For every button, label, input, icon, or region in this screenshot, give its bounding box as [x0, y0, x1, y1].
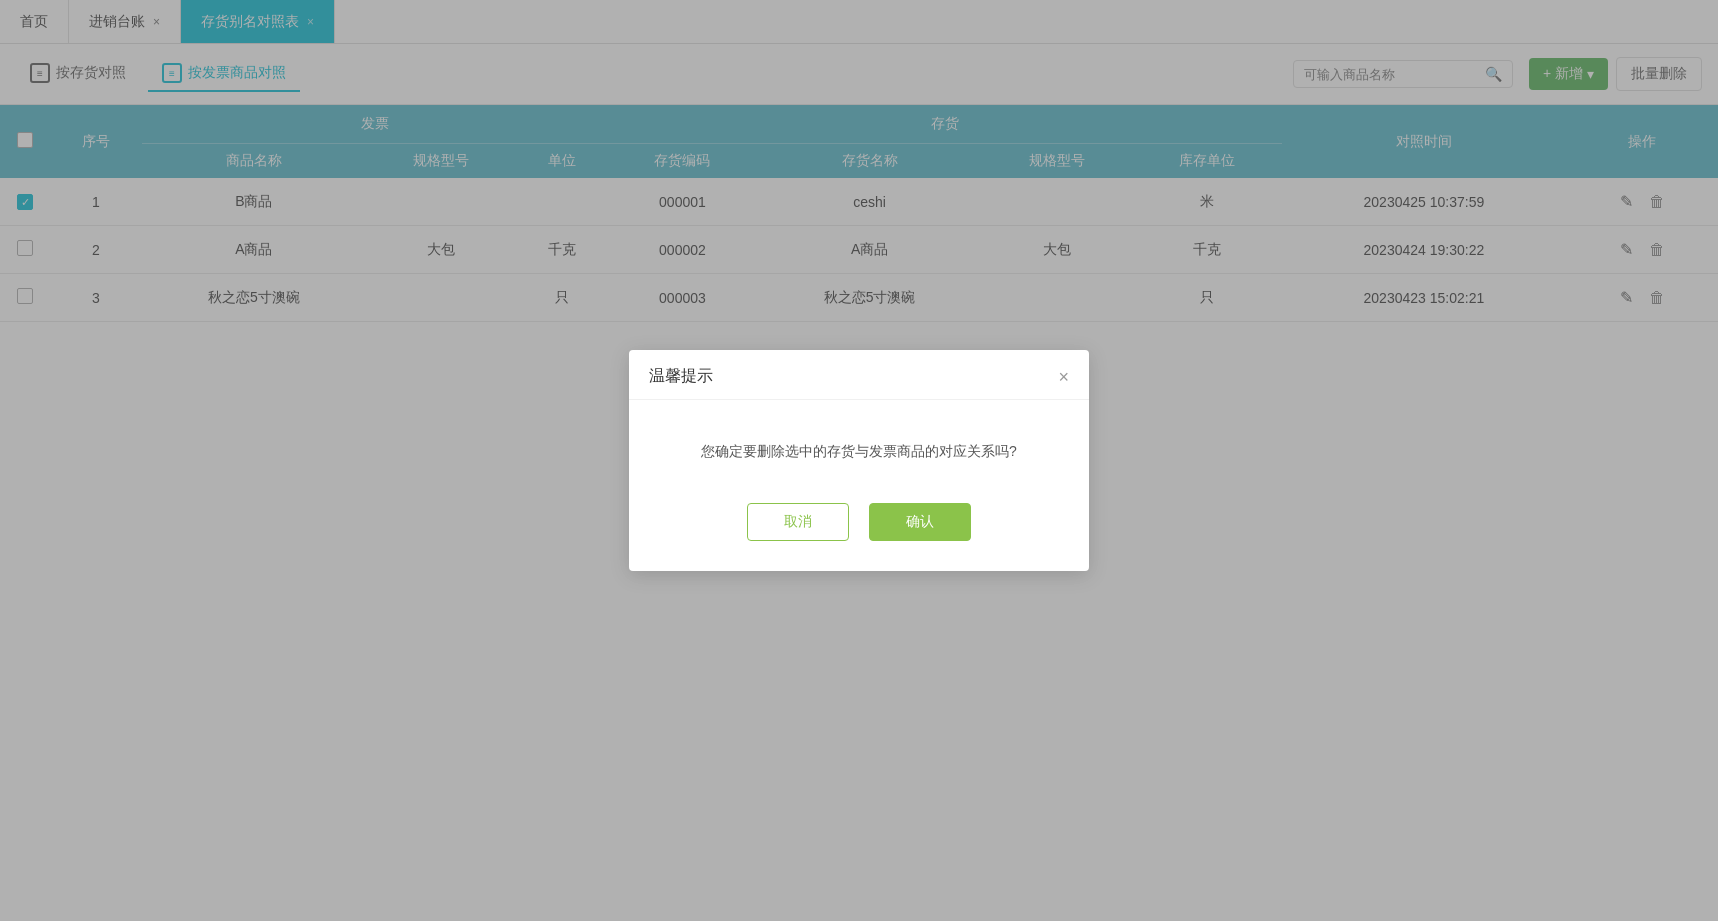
dialog-message: 您确定要删除选中的存货与发票商品的对应关系吗? [701, 443, 1017, 459]
dialog-header: 温馨提示 × [629, 350, 1089, 400]
dialog-footer: 取消 确认 [629, 493, 1089, 571]
dialog-confirm-button[interactable]: 确认 [869, 503, 971, 541]
overlay: 温馨提示 × 您确定要删除选中的存货与发票商品的对应关系吗? 取消 确认 [0, 0, 1718, 921]
dialog: 温馨提示 × 您确定要删除选中的存货与发票商品的对应关系吗? 取消 确认 [629, 350, 1089, 570]
dialog-title: 温馨提示 [649, 366, 713, 387]
dialog-cancel-button[interactable]: 取消 [747, 503, 849, 541]
dialog-body: 您确定要删除选中的存货与发票商品的对应关系吗? [629, 400, 1089, 492]
dialog-close-button[interactable]: × [1058, 368, 1069, 386]
